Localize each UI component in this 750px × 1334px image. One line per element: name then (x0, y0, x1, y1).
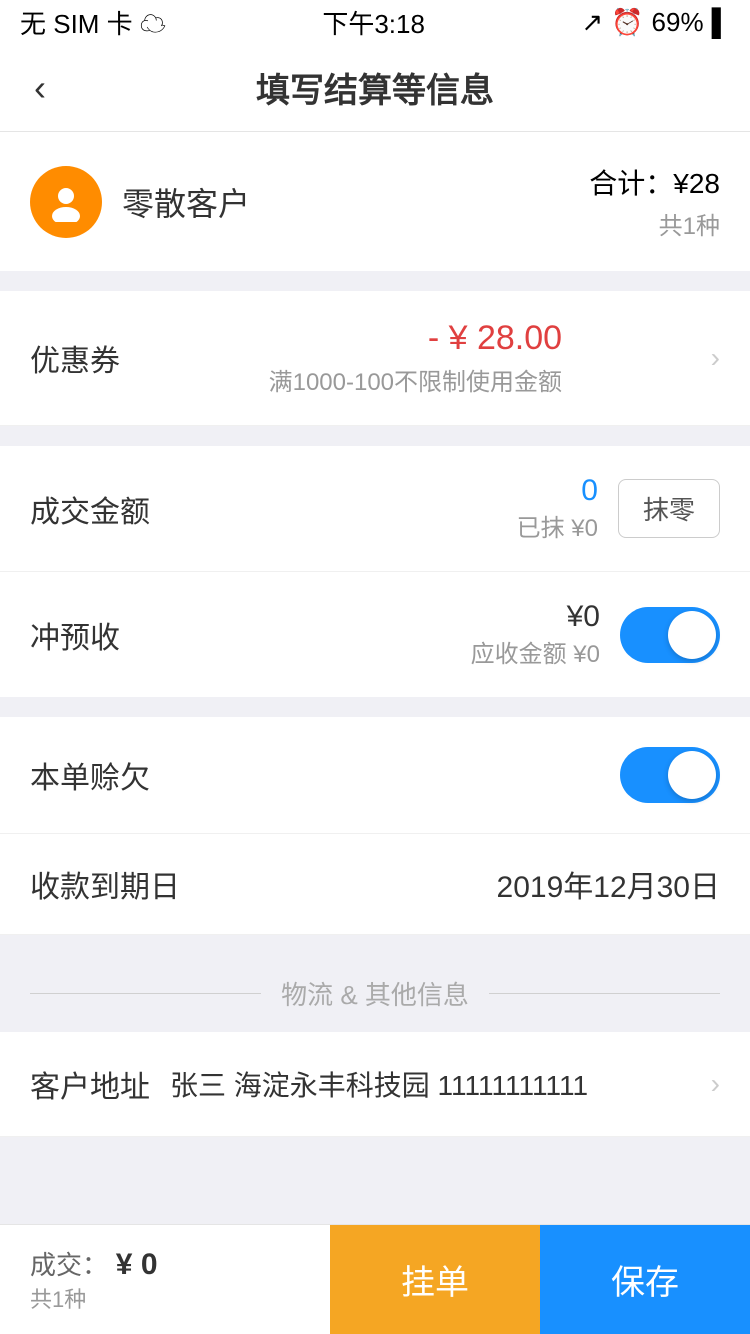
status-left: 无 SIM 卡 ☁ (20, 4, 166, 41)
customer-row: 零散客户 合计：¥28 共1种 (0, 132, 750, 271)
bottom-bar: 成交： ¥ 0 共1种 挂单 保存 (0, 1224, 750, 1334)
status-right: ↗ ⏰ 69% ▌ (581, 7, 730, 38)
address-label: 客户地址 (30, 1062, 150, 1106)
divider-1 (0, 271, 750, 291)
logistics-line-right (489, 993, 720, 994)
deal-amount-row: 成交金额 0 已抹 ¥0 抹零 (0, 446, 750, 572)
prepay-label: 冲预收 (30, 613, 120, 657)
alarm-icon: ⏰ (611, 7, 643, 38)
save-button[interactable]: 保存 (540, 1225, 750, 1334)
battery-text: 69% (652, 7, 704, 38)
deal-right: 0 已抹 ¥0 抹零 (517, 474, 720, 543)
coupon-row[interactable]: 优惠券 - ¥ 28.00 满1000-100不限制使用金额 › (0, 291, 750, 426)
debt-label: 本单赊欠 (30, 753, 150, 797)
deal-label: 成交金额 (30, 487, 150, 531)
coupon-chevron-icon: › (711, 342, 720, 374)
coupon-sub: 满1000-100不限制使用金额 (269, 362, 562, 397)
bottom-amount: ¥ 0 (116, 1248, 158, 1281)
customer-name: 零散客户 (122, 179, 250, 225)
bottom-deal-row: 成交： ¥ 0 (30, 1245, 300, 1282)
total-amount: 合计：¥28 (589, 162, 720, 202)
address-row[interactable]: 客户地址 张三 海淀永丰科技园 11111111111 › (0, 1032, 750, 1137)
deal-values: 0 已抹 ¥0 (517, 474, 598, 543)
avatar (30, 166, 102, 238)
due-date-label: 收款到期日 (30, 862, 180, 906)
prepay-sub: 应收金额 ¥0 (471, 634, 600, 669)
back-button[interactable]: ‹ (24, 57, 56, 119)
logistics-line-left (30, 993, 261, 994)
coupon-label: 优惠券 (30, 336, 120, 380)
sim-text: 无 SIM 卡 ☁ (20, 4, 166, 41)
debt-toggle[interactable] (620, 747, 720, 803)
customer-left: 零散客户 (30, 166, 250, 238)
logistics-divider: 物流 & 其他信息 (0, 955, 750, 1032)
deal-sub: 已抹 ¥0 (517, 508, 598, 543)
pend-button[interactable]: 挂单 (330, 1225, 540, 1334)
coupon-value: - ¥ 28.00 (269, 319, 562, 358)
bottom-deal-label: 成交： (30, 1250, 108, 1280)
main-content: 零散客户 合计：¥28 共1种 优惠券 - ¥ 28.00 满1000-100不… (0, 132, 750, 1257)
debt-toggle-knob (668, 751, 716, 799)
deal-value[interactable]: 0 (581, 474, 598, 508)
prepay-right: ¥0 应收金额 ¥0 (471, 600, 720, 669)
address-chevron-icon: › (711, 1068, 720, 1100)
location-icon: ↗ (581, 7, 603, 38)
due-date-value: 2019年12月30日 (497, 862, 720, 906)
divider-2 (0, 426, 750, 446)
address-value: 张三 海淀永丰科技园 11111111111 (150, 1064, 711, 1104)
customer-total: 合计：¥28 共1种 (589, 162, 720, 241)
coupon-right: - ¥ 28.00 满1000-100不限制使用金额 (269, 319, 562, 397)
status-bar: 无 SIM 卡 ☁ 下午3:18 ↗ ⏰ 69% ▌ (0, 0, 750, 44)
battery-icon: ▌ (712, 7, 730, 38)
prepay-value: ¥0 (567, 600, 600, 634)
prepay-values: ¥0 应收金额 ¥0 (471, 600, 600, 669)
bottom-buttons: 挂单 保存 (330, 1225, 750, 1334)
round-button[interactable]: 抹零 (618, 479, 720, 538)
prepay-row: 冲预收 ¥0 应收金额 ¥0 (0, 572, 750, 697)
debt-row: 本单赊欠 (0, 717, 750, 834)
status-time: 下午3:18 (322, 4, 425, 41)
divider-3 (0, 697, 750, 717)
due-date-row: 收款到期日 2019年12月30日 (0, 834, 750, 935)
page-title: 填写结算等信息 (256, 63, 494, 112)
nav-bar: ‹ 填写结算等信息 (0, 44, 750, 132)
total-count: 共1种 (589, 206, 720, 241)
bottom-count: 共1种 (30, 1282, 300, 1314)
prepay-toggle[interactable] (620, 607, 720, 663)
logistics-label: 物流 & 其他信息 (281, 975, 469, 1012)
bottom-deal-info: 成交： ¥ 0 共1种 (0, 1245, 330, 1314)
toggle-knob (668, 611, 716, 659)
